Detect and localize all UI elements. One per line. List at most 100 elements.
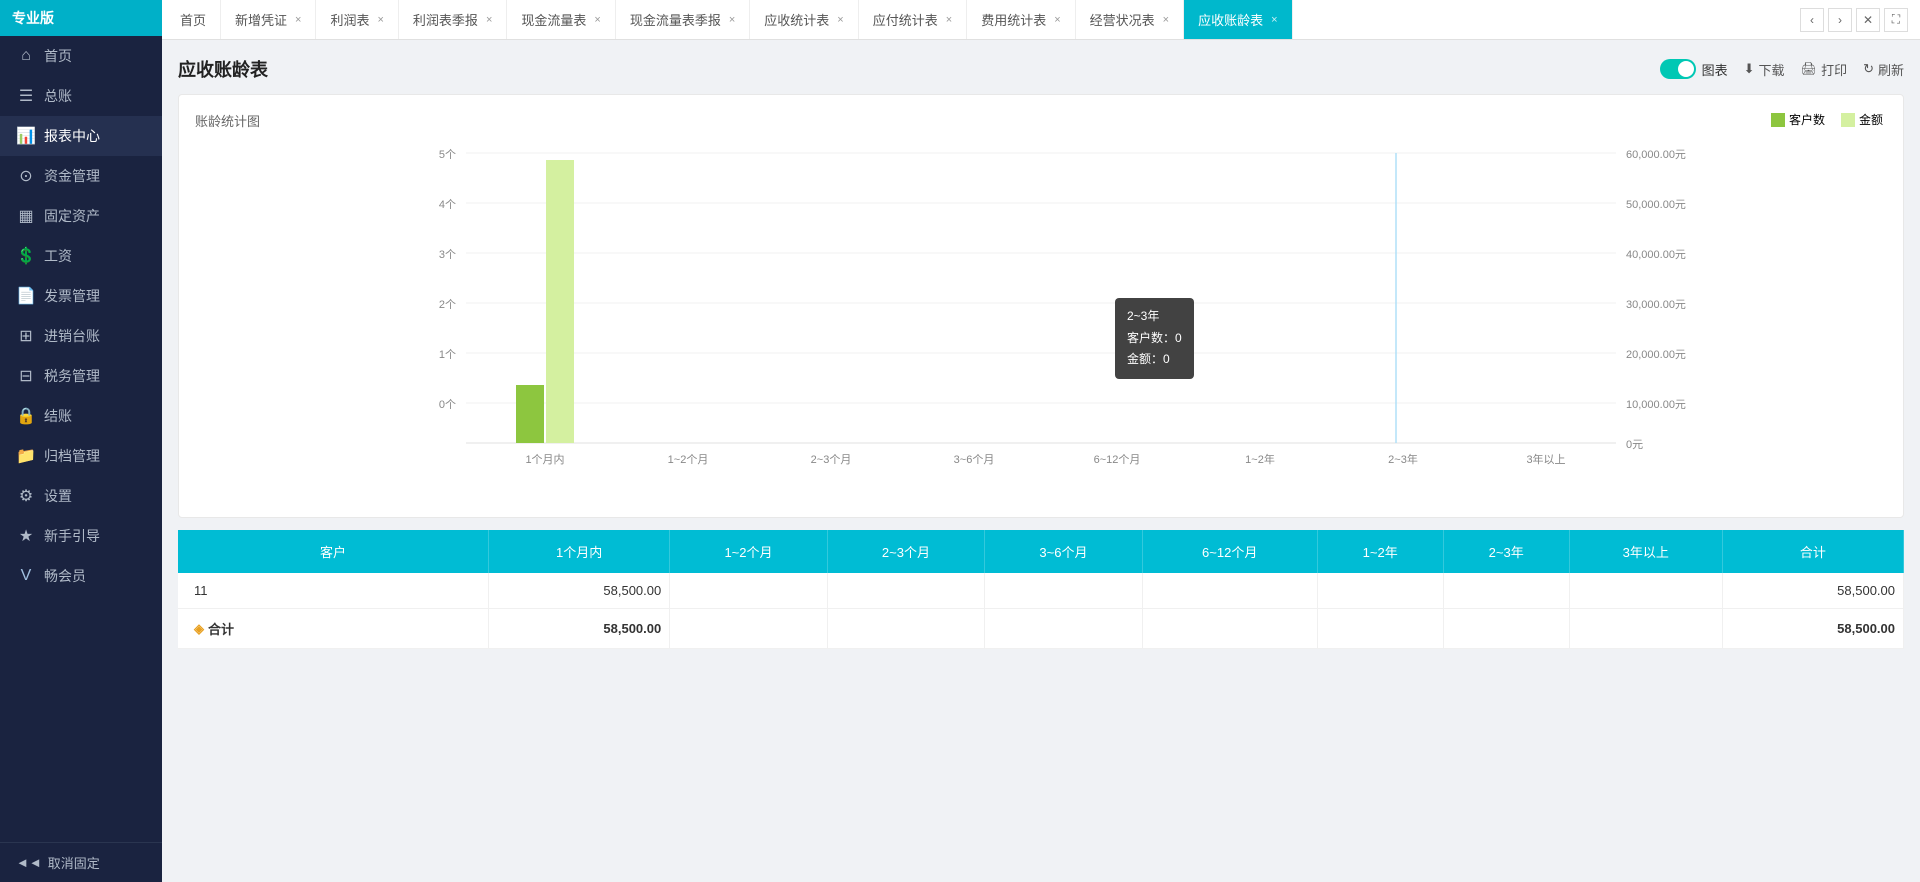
- pin-icon: ◄◄: [16, 855, 42, 870]
- sidebar-item-label: 总账: [44, 86, 72, 106]
- report-icon: 📊: [16, 126, 36, 146]
- tab-voucher-close[interactable]: ×: [295, 14, 301, 26]
- bar-customer-0: [516, 385, 544, 443]
- tab-profit-q-close[interactable]: ×: [486, 14, 492, 26]
- tab-cashflow-close[interactable]: ×: [594, 14, 600, 26]
- refresh-button[interactable]: ↻ 刷新: [1863, 60, 1904, 79]
- tab-ap-stat-close[interactable]: ×: [946, 14, 952, 26]
- page-actions: 图表 ⬇ 下载 🖨 打印 ↻ 刷新: [1660, 59, 1904, 79]
- tab-profit-q-label: 利润表季报: [413, 10, 478, 29]
- sidebar-toggle-pin[interactable]: ◄◄ 取消固定: [0, 842, 162, 882]
- tab-cashflow-q-close[interactable]: ×: [729, 14, 735, 26]
- tab-profit-close[interactable]: ×: [377, 14, 383, 26]
- tab-home[interactable]: 首页: [166, 0, 221, 40]
- tab-operation-close[interactable]: ×: [1163, 14, 1169, 26]
- tab-nav-buttons: ‹ › ✕ ⛶: [1792, 8, 1916, 32]
- download-button[interactable]: ⬇ 下载: [1744, 60, 1785, 79]
- sidebar-item-report[interactable]: 📊 报表中心: [0, 116, 162, 156]
- sidebar-item-inventory[interactable]: ⊞ 进销台账: [0, 316, 162, 356]
- sidebar-item-settings[interactable]: ⚙ 设置: [0, 476, 162, 516]
- legend-customer-label: 客户数: [1789, 111, 1825, 128]
- tab-ar-aging-close[interactable]: ×: [1271, 14, 1277, 26]
- total-icon: ◈: [194, 621, 204, 637]
- svg-text:2个: 2个: [439, 298, 456, 311]
- tab-voucher-label: 新增凭证: [235, 10, 287, 29]
- col-y23: 2~3年: [1443, 530, 1569, 573]
- tab-ar-stat[interactable]: 应收统计表 ×: [750, 0, 858, 40]
- tab-ar-stat-label: 应收统计表: [764, 10, 829, 29]
- tab-next-button[interactable]: ›: [1828, 8, 1852, 32]
- col-m612: 6~12个月: [1142, 530, 1317, 573]
- legend-amount-color: [1841, 113, 1855, 127]
- sidebar-item-close[interactable]: 🔒 结账: [0, 396, 162, 436]
- tab-cashflow-q[interactable]: 现金流量表季报 ×: [616, 0, 750, 40]
- tab-close-all-button[interactable]: ✕: [1856, 8, 1880, 32]
- home-icon: ⌂: [16, 47, 36, 65]
- chart-toggle-label: 图表: [1660, 59, 1728, 79]
- sidebar-item-guide[interactable]: ★ 新手引导: [0, 516, 162, 556]
- sidebar-bottom-label: 取消固定: [48, 853, 100, 872]
- tab-voucher[interactable]: 新增凭证 ×: [221, 0, 316, 40]
- sidebar-item-salary[interactable]: 💲 工资: [0, 236, 162, 276]
- funds-icon: ⊙: [16, 166, 36, 186]
- total-m12: [670, 609, 827, 649]
- sidebar-item-assets[interactable]: ▦ 固定资产: [0, 196, 162, 236]
- download-label: 下载: [1759, 60, 1785, 79]
- sidebar-item-home[interactable]: ⌂ 首页: [0, 36, 162, 76]
- sidebar-item-funds[interactable]: ⊙ 资金管理: [0, 156, 162, 196]
- sidebar-item-label: 工资: [44, 246, 72, 266]
- tab-operation-label: 经营状况表: [1090, 10, 1155, 29]
- cell-y23: [1443, 573, 1569, 609]
- svg-text:4个: 4个: [439, 198, 456, 211]
- chart-svg: 5个 4个 3个 2个 1个 0个 60,000.00元 50,000.00元 …: [195, 138, 1887, 498]
- tab-profit[interactable]: 利润表 ×: [316, 0, 398, 40]
- col-y12: 1~2年: [1317, 530, 1443, 573]
- table-total-row: ◈ 合计 58,500.00 58,500.00: [178, 609, 1904, 649]
- tab-prev-button[interactable]: ‹: [1800, 8, 1824, 32]
- sidebar-item-vip[interactable]: V 畅会员: [0, 556, 162, 596]
- total-y12: [1317, 609, 1443, 649]
- cell-m23: [827, 573, 984, 609]
- page-title: 应收账龄表: [178, 56, 268, 82]
- download-icon: ⬇: [1744, 61, 1755, 77]
- tab-home-label: 首页: [180, 10, 206, 29]
- svg-text:10,000.00元: 10,000.00元: [1626, 399, 1686, 411]
- total-m612: [1142, 609, 1317, 649]
- print-label: 打印: [1821, 60, 1847, 79]
- tab-operation[interactable]: 经营状况表 ×: [1076, 0, 1184, 40]
- cell-customer: 11: [178, 573, 489, 609]
- tab-ap-stat[interactable]: 应付统计表 ×: [859, 0, 967, 40]
- legend-amount-label: 金额: [1859, 111, 1883, 128]
- tab-ar-stat-close[interactable]: ×: [837, 14, 843, 26]
- page-header: 应收账龄表 图表 ⬇ 下载 🖨 打印 ↻ 刷新: [178, 56, 1904, 82]
- sidebar-item-archive[interactable]: 📁 归档管理: [0, 436, 162, 476]
- tab-expense[interactable]: 费用统计表 ×: [967, 0, 1075, 40]
- tab-fullscreen-button[interactable]: ⛶: [1884, 8, 1908, 32]
- bar-amount-0: [546, 160, 574, 443]
- chart-container: 账龄统计图 客户数 金额 5个 4个 3个 2个 1个: [178, 94, 1904, 518]
- sidebar-item-label: 报表中心: [44, 126, 100, 146]
- svg-text:40,000.00元: 40,000.00元: [1626, 249, 1686, 261]
- settings-icon: ⚙: [16, 486, 36, 506]
- print-button[interactable]: 🖨 打印: [1801, 60, 1848, 79]
- tax-icon: ⊟: [16, 366, 36, 386]
- guide-icon: ★: [16, 526, 36, 546]
- tab-profit-q[interactable]: 利润表季报 ×: [399, 0, 507, 40]
- chart-toggle-switch[interactable]: [1660, 59, 1696, 79]
- sidebar-item-invoice[interactable]: 📄 发票管理: [0, 276, 162, 316]
- tab-cashflow[interactable]: 现金流量表 ×: [507, 0, 615, 40]
- vip-icon: V: [16, 567, 36, 585]
- tab-ar-aging[interactable]: 应收账龄表 ×: [1184, 0, 1292, 40]
- svg-text:5个: 5个: [439, 148, 456, 161]
- cell-total: 58,500.00: [1722, 573, 1903, 609]
- data-table: 客户 1个月内 1~2个月 2~3个月 3~6个月 6~12个月 1~2年 2~…: [178, 530, 1904, 649]
- sidebar-item-ledger[interactable]: ☰ 总账: [0, 76, 162, 116]
- cell-y3plus: [1569, 573, 1722, 609]
- sidebar-item-label: 归档管理: [44, 446, 100, 466]
- tab-expense-close[interactable]: ×: [1054, 14, 1060, 26]
- svg-text:1~2个月: 1~2个月: [668, 453, 709, 466]
- legend-customer: 客户数: [1771, 111, 1825, 128]
- total-m36: [985, 609, 1142, 649]
- total-y3plus: [1569, 609, 1722, 649]
- sidebar-item-tax[interactable]: ⊟ 税务管理: [0, 356, 162, 396]
